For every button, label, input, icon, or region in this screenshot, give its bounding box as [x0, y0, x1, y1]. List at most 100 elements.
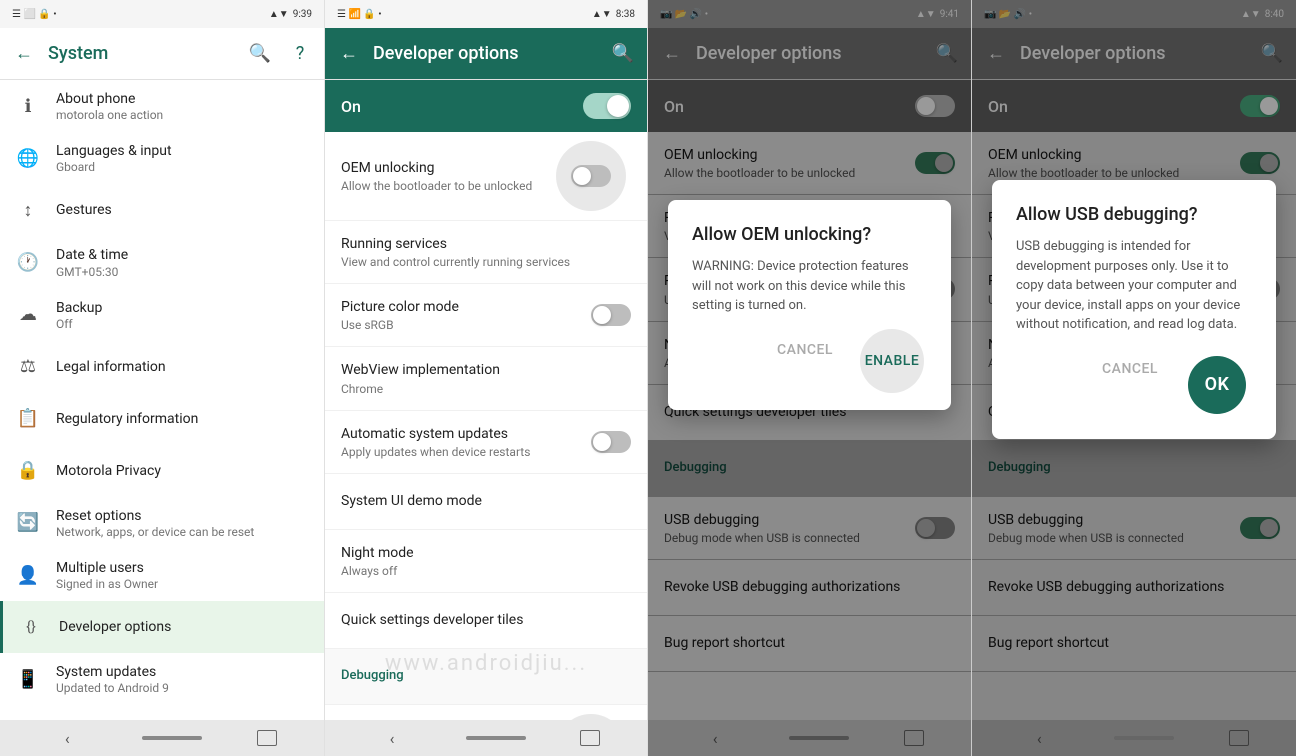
settings-list-2: OEM unlocking Allow the bootloader to be…: [325, 132, 647, 720]
sidebar-item-languages-text: Languages & input Gboard: [56, 142, 308, 174]
languages-icon: 🌐: [16, 146, 40, 170]
developer-panel-2: 📷 📂 🔊 • ▲▼ 9:41 ← Developer options 🔍 On…: [648, 0, 972, 756]
sidebar-item-developer-text: Developer options: [59, 618, 308, 636]
back-button-2[interactable]: ←: [333, 38, 365, 70]
sidebar-list: ℹ About phone motorola one action 🌐 Lang…: [0, 80, 324, 720]
color-text-2: Picture color mode Use sRGB: [341, 298, 591, 332]
sidebar-item-developer[interactable]: {} Developer options: [0, 601, 324, 653]
sidebar-item-regulatory[interactable]: 📋 Regulatory information: [0, 393, 324, 445]
oem-cancel-button[interactable]: Cancel: [769, 336, 841, 386]
quicktiles-text-2: Quick settings developer tiles: [341, 611, 631, 629]
status-icons-left-2: ☰ 📶 🔒 •: [337, 9, 382, 20]
backup-icon: ☁: [16, 303, 40, 327]
app-bar-title-1: System: [48, 43, 236, 64]
back-button-1[interactable]: ←: [8, 38, 40, 70]
regulatory-icon: 📋: [16, 407, 40, 431]
oem-toggle-2[interactable]: [571, 165, 611, 187]
app-bar-title-2: Developer options: [373, 43, 599, 64]
status-icons-right-1: ▲▼ 9:39: [269, 9, 312, 20]
dev-toggle-label-2: On: [341, 97, 583, 116]
settings-auto-updates-2[interactable]: Automatic system updates Apply updates w…: [325, 411, 647, 474]
sidebar-item-about-text: About phone motorola one action: [56, 90, 308, 122]
search-button-2[interactable]: 🔍: [607, 38, 639, 70]
auto-updates-text-2: Automatic system updates Apply updates w…: [341, 425, 591, 459]
sidebar-item-legal-text: Legal information: [56, 358, 308, 376]
bottom-nav-2: ‹: [325, 720, 647, 756]
status-icons-right-2: ▲▼ 8:38: [592, 9, 635, 20]
sidebar-item-privacy[interactable]: 🔒 Motorola Privacy: [0, 445, 324, 497]
sidebar-item-legal[interactable]: ⚖ Legal information: [0, 341, 324, 393]
running-text-2: Running services View and control curren…: [341, 235, 631, 269]
wifi-icon-1: ▲▼: [269, 9, 289, 20]
home-pill-1[interactable]: [142, 736, 202, 740]
dev-toggle-row-2: On: [325, 80, 647, 132]
back-nav-1[interactable]: ‹: [47, 726, 87, 750]
developer-panel-3: 📷 📂 🔊 • ▲▼ 8:40 ← Developer options 🔍 On…: [972, 0, 1296, 756]
usb-toggle-circle-2: [556, 714, 626, 720]
back-nav-2[interactable]: ‹: [372, 726, 412, 750]
oem-enable-container: Enable: [857, 336, 927, 386]
settings-usb-2[interactable]: USB debugging Debug mode when USB is con…: [325, 705, 647, 720]
usb-dialog-body: USB debugging is intended for developmen…: [1016, 237, 1252, 335]
oem-enable-button[interactable]: Enable: [857, 347, 928, 375]
usb-cancel-button[interactable]: Cancel: [1094, 355, 1166, 415]
settings-running-2[interactable]: Running services View and control curren…: [325, 221, 647, 284]
app-bar-2: ← Developer options 🔍: [325, 28, 647, 80]
sidebar-item-backup[interactable]: ☁ Backup Off: [0, 289, 324, 341]
updates-icon: 📱: [16, 667, 40, 691]
usb-ok-button[interactable]: OK: [1188, 356, 1246, 414]
gestures-icon: ↕: [16, 198, 40, 222]
sidebar-item-privacy-text: Motorola Privacy: [56, 462, 308, 480]
settings-color-2[interactable]: Picture color mode Use sRGB: [325, 284, 647, 347]
oem-dialog-actions: Cancel Enable: [692, 336, 927, 386]
reset-icon: 🔄: [16, 511, 40, 535]
sidebar-item-gestures[interactable]: ↕ Gestures: [0, 184, 324, 236]
recents-nav-1[interactable]: [257, 730, 277, 746]
oem-dialog-title: Allow OEM unlocking?: [692, 224, 927, 245]
datetime-icon: 🕐: [16, 250, 40, 274]
sidebar-item-updates-text: System updates Updated to Android 9: [56, 663, 308, 695]
usb-dialog-title: Allow USB debugging?: [1016, 204, 1252, 225]
status-icons-left-1: ☰ ⬜ 🔒 •: [12, 9, 57, 20]
settings-quicktiles-2[interactable]: Quick settings developer tiles: [325, 593, 647, 649]
about-icon: ℹ: [16, 94, 40, 118]
sidebar-item-reset-text: Reset options Network, apps, or device c…: [56, 507, 308, 539]
sidebar-item-users-text: Multiple users Signed in as Owner: [56, 559, 308, 591]
settings-webview-2[interactable]: WebView implementation Chrome: [325, 347, 647, 410]
sidebar-item-backup-text: Backup Off: [56, 299, 308, 331]
usb-dialog-actions: Cancel OK: [1016, 355, 1252, 415]
sidebar-item-about[interactable]: ℹ About phone motorola one action: [0, 80, 324, 132]
sidebar-item-datetime[interactable]: 🕐 Date & time GMT+05:30: [0, 236, 324, 288]
oem-text-2: OEM unlocking Allow the bootloader to be…: [341, 159, 551, 193]
app-bar-1: ← System 🔍 ?: [0, 28, 324, 80]
main-toggle-2[interactable]: [583, 93, 631, 119]
recents-nav-2[interactable]: [580, 730, 600, 746]
search-button-1[interactable]: 🔍: [244, 38, 276, 70]
system-panel: ☰ ⬜ 🔒 • ▲▼ 9:39 ← System 🔍 ? ℹ About pho…: [0, 0, 325, 756]
usb-dialog: Allow USB debugging? USB debugging is in…: [992, 180, 1276, 439]
sidebar-item-users[interactable]: 👤 Multiple users Signed in as Owner: [0, 549, 324, 601]
auto-updates-toggle-2[interactable]: [591, 431, 631, 453]
sidebar-item-reset[interactable]: 🔄 Reset options Network, apps, or device…: [0, 497, 324, 549]
time-2: 8:38: [616, 9, 635, 20]
sidebar-item-regulatory-text: Regulatory information: [56, 410, 308, 428]
demo-text-2: System UI demo mode: [341, 492, 631, 510]
wifi-icon-2: ▲▼: [592, 9, 612, 20]
settings-debugging-header-2: Debugging: [325, 649, 647, 705]
oem-dialog: Allow OEM unlocking? WARNING: Device pro…: [668, 200, 951, 410]
night-text-2: Night mode Always off: [341, 544, 631, 578]
sidebar-item-languages[interactable]: 🌐 Languages & input Gboard: [0, 132, 324, 184]
sidebar-item-updates[interactable]: 📱 System updates Updated to Android 9: [0, 653, 324, 705]
status-bar-1: ☰ ⬜ 🔒 • ▲▼ 9:39: [0, 0, 324, 28]
privacy-icon: 🔒: [16, 459, 40, 483]
help-button-1[interactable]: ?: [284, 38, 316, 70]
settings-oem-unlocking-2[interactable]: OEM unlocking Allow the bootloader to be…: [325, 132, 647, 221]
settings-demo-2[interactable]: System UI demo mode: [325, 474, 647, 530]
settings-night-2[interactable]: Night mode Always off: [325, 530, 647, 593]
home-pill-2[interactable]: [466, 736, 526, 740]
sidebar-item-datetime-text: Date & time GMT+05:30: [56, 246, 308, 278]
status-bar-2: ☰ 📶 🔒 • ▲▼ 8:38: [325, 0, 647, 28]
color-toggle-2[interactable]: [591, 304, 631, 326]
usb-toggle-container-2: [551, 719, 631, 720]
sidebar-item-gestures-text: Gestures: [56, 201, 308, 219]
